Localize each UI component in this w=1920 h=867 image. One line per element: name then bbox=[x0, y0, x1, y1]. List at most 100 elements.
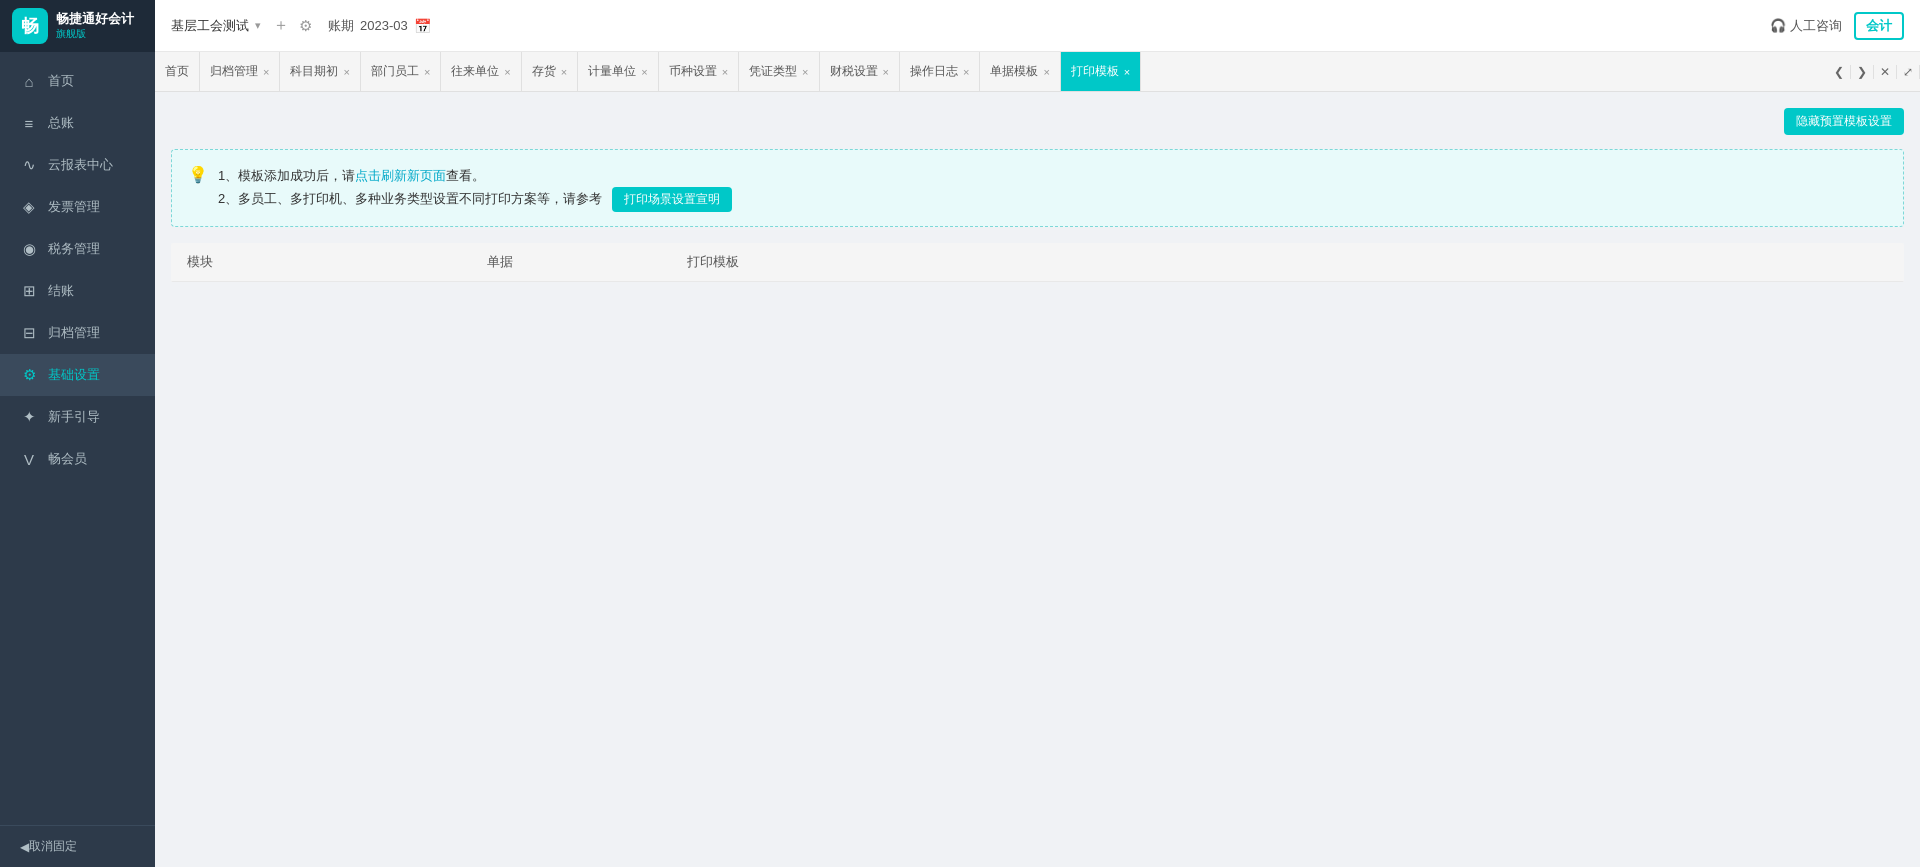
unpin-label: 取消固定 bbox=[29, 838, 77, 855]
tab-close-unit[interactable]: × bbox=[641, 66, 647, 78]
tab-singledoc[interactable]: 单据模板 × bbox=[980, 52, 1060, 91]
tab-home[interactable]: 首页 bbox=[155, 52, 200, 91]
tab-close-oplog[interactable]: × bbox=[963, 66, 969, 78]
tab-label-inventory: 存货 bbox=[532, 63, 556, 80]
kuaiji-button[interactable]: 会计 bbox=[1854, 12, 1904, 40]
member-icon: V bbox=[20, 451, 38, 468]
add-tab-button[interactable]: ＋ bbox=[273, 15, 289, 36]
bulb-icon: 💡 bbox=[188, 165, 208, 184]
topbar-right: 🎧 人工咨询 会计 bbox=[1770, 12, 1904, 40]
sidebar-item-invoice[interactable]: ◈ 发票管理 bbox=[0, 186, 155, 228]
sidebar-nav: ⌂ 首页 ≡ 总账 ∿ 云报表中心 ◈ 发票管理 ◉ 税务管理 ⊞ 结账 ⊟ 归… bbox=[0, 52, 155, 825]
tab-printtemplate[interactable]: 打印模板 × bbox=[1061, 52, 1141, 91]
invoice-icon: ◈ bbox=[20, 198, 38, 216]
tab-nav-right: ❮ ❯ ✕ ⤢ bbox=[1828, 65, 1920, 79]
sidebar-label-ledger: 总账 bbox=[48, 114, 74, 132]
tab-expand-button[interactable]: ⤢ bbox=[1897, 65, 1920, 79]
period-label: 账期 bbox=[328, 17, 354, 35]
tab-oplog[interactable]: 操作日志× bbox=[900, 52, 980, 91]
tab-close-singledoc[interactable]: × bbox=[1043, 66, 1049, 78]
tabbar: 首页归档管理×科目期初×部门员工×往来单位×存货×计量单位×币种设置×凭证类型×… bbox=[155, 52, 1920, 92]
tab-close-partner[interactable]: × bbox=[504, 66, 510, 78]
tab-close-voucher[interactable]: × bbox=[802, 66, 808, 78]
sidebar-item-reports[interactable]: ∿ 云报表中心 bbox=[0, 144, 155, 186]
customer-service-label: 人工咨询 bbox=[1790, 17, 1842, 35]
unpin-icon: ◀ bbox=[20, 840, 29, 854]
tab-label-taxsettings: 财税设置 bbox=[830, 63, 878, 80]
tab-dept[interactable]: 部门员工 × bbox=[361, 52, 441, 91]
company-dropdown-icon: ▾ bbox=[255, 19, 261, 32]
tab-label-home: 首页 bbox=[165, 63, 189, 80]
period-value: 2023-03 bbox=[360, 18, 408, 33]
sidebar-label-tax: 税务管理 bbox=[48, 240, 100, 258]
sidebar-label-reports: 云报表中心 bbox=[48, 156, 113, 174]
tab-next-button[interactable]: ❯ bbox=[1851, 65, 1874, 79]
tab-close-printtemplate[interactable]: × bbox=[1124, 66, 1130, 78]
tab-unit[interactable]: 计量单位× bbox=[578, 52, 658, 91]
home-icon: ⌂ bbox=[20, 73, 38, 90]
notice-line1: 1、模板添加成功后，请点击刷新新页面查看。 bbox=[218, 164, 732, 187]
tab-label-printtemplate: 打印模板 bbox=[1071, 63, 1119, 80]
notice-box: 💡 1、模板添加成功后，请点击刷新新页面查看。 2、多员工、多打印机、多种业务类… bbox=[171, 149, 1904, 227]
sidebar-item-checkout[interactable]: ⊞ 结账 bbox=[0, 270, 155, 312]
tab-subject[interactable]: 科目期初× bbox=[280, 52, 360, 91]
sidebar-label-member: 畅会员 bbox=[48, 450, 87, 468]
customer-service-button[interactable]: 🎧 人工咨询 bbox=[1770, 17, 1842, 35]
tab-close-all-button[interactable]: ✕ bbox=[1874, 65, 1897, 79]
tab-archive[interactable]: 归档管理 × bbox=[200, 52, 280, 91]
notice-line2: 2、多员工、多打印机、多种业务类型设置不同打印方案等，请参考 打印场景设置宣明 bbox=[218, 187, 732, 212]
tab-voucher[interactable]: 凭证类型× bbox=[739, 52, 819, 91]
tab-currency[interactable]: 币种设置× bbox=[659, 52, 739, 91]
notice-line1-prefix: 1、模板添加成功后，请 bbox=[218, 168, 355, 183]
explain-button[interactable]: 打印场景设置宣明 bbox=[612, 187, 732, 212]
sidebar-logo: 畅 畅捷通好会计 旗舰版 bbox=[0, 0, 155, 52]
sidebar-item-home[interactable]: ⌂ 首页 bbox=[0, 60, 155, 102]
notice-refresh-link[interactable]: 点击刷新新页面 bbox=[355, 168, 446, 183]
tab-prev-button[interactable]: ❮ bbox=[1828, 65, 1851, 79]
reports-icon: ∿ bbox=[20, 156, 38, 174]
hide-template-button[interactable]: 隐藏预置模板设置 bbox=[1784, 108, 1904, 135]
sidebar-label-guide: 新手引导 bbox=[48, 408, 100, 426]
unpin-sidebar-button[interactable]: ◀ 取消固定 bbox=[0, 825, 155, 867]
tab-close-taxsettings[interactable]: × bbox=[883, 66, 889, 78]
tab-close-dept[interactable]: × bbox=[424, 66, 430, 78]
tab-label-singledoc: 单据模板 bbox=[990, 63, 1038, 80]
notice-line1-suffix: 查看。 bbox=[446, 168, 485, 183]
tab-inventory[interactable]: 存货 × bbox=[522, 52, 578, 91]
topbar: 基层工会测试 ▾ ＋ ⚙ 账期 2023-03 📅 🎧 人工咨询 会计 bbox=[155, 0, 1920, 52]
tab-taxsettings[interactable]: 财税设置 × bbox=[820, 52, 900, 91]
logo-subtitle: 旗舰版 bbox=[56, 27, 134, 41]
col-template: 打印模板 bbox=[671, 243, 1904, 281]
tab-close-currency[interactable]: × bbox=[722, 66, 728, 78]
tab-partner[interactable]: 往来单位× bbox=[441, 52, 521, 91]
sidebar-item-member[interactable]: V 畅会员 bbox=[0, 438, 155, 480]
ledger-icon: ≡ bbox=[20, 115, 38, 132]
headset-icon: 🎧 bbox=[1770, 18, 1786, 33]
tab-close-subject[interactable]: × bbox=[343, 66, 349, 78]
sidebar-label-settings: 基础设置 bbox=[48, 366, 100, 384]
settings-icon[interactable]: ⚙ bbox=[299, 17, 312, 35]
template-table: 模块 单据 打印模板 bbox=[171, 243, 1904, 282]
tab-label-dept: 部门员工 bbox=[371, 63, 419, 80]
tab-close-archive[interactable]: × bbox=[263, 66, 269, 78]
sidebar-item-archive[interactable]: ⊟ 归档管理 bbox=[0, 312, 155, 354]
archive-icon: ⊟ bbox=[20, 324, 38, 342]
sidebar-item-settings[interactable]: ⚙ 基础设置 bbox=[0, 354, 155, 396]
settings-icon: ⚙ bbox=[20, 366, 38, 384]
col-module: 模块 bbox=[171, 243, 471, 281]
sidebar: 畅 畅捷通好会计 旗舰版 ⌂ 首页 ≡ 总账 ∿ 云报表中心 ◈ 发票管理 ◉ … bbox=[0, 0, 155, 867]
tab-close-inventory[interactable]: × bbox=[561, 66, 567, 78]
logo-text: 畅捷通好会计 旗舰版 bbox=[56, 11, 134, 41]
sidebar-label-archive: 归档管理 bbox=[48, 324, 100, 342]
sidebar-label-invoice: 发票管理 bbox=[48, 198, 100, 216]
company-selector[interactable]: 基层工会测试 ▾ bbox=[171, 17, 261, 35]
sidebar-label-checkout: 结账 bbox=[48, 282, 74, 300]
calendar-icon[interactable]: 📅 bbox=[414, 18, 431, 34]
sidebar-item-ledger[interactable]: ≡ 总账 bbox=[0, 102, 155, 144]
main-content: 基层工会测试 ▾ ＋ ⚙ 账期 2023-03 📅 🎧 人工咨询 会计 首页归档… bbox=[155, 0, 1920, 867]
tab-label-archive: 归档管理 bbox=[210, 63, 258, 80]
table-header: 模块 单据 打印模板 bbox=[171, 243, 1904, 282]
tax-icon: ◉ bbox=[20, 240, 38, 258]
sidebar-item-guide[interactable]: ✦ 新手引导 bbox=[0, 396, 155, 438]
sidebar-item-tax[interactable]: ◉ 税务管理 bbox=[0, 228, 155, 270]
